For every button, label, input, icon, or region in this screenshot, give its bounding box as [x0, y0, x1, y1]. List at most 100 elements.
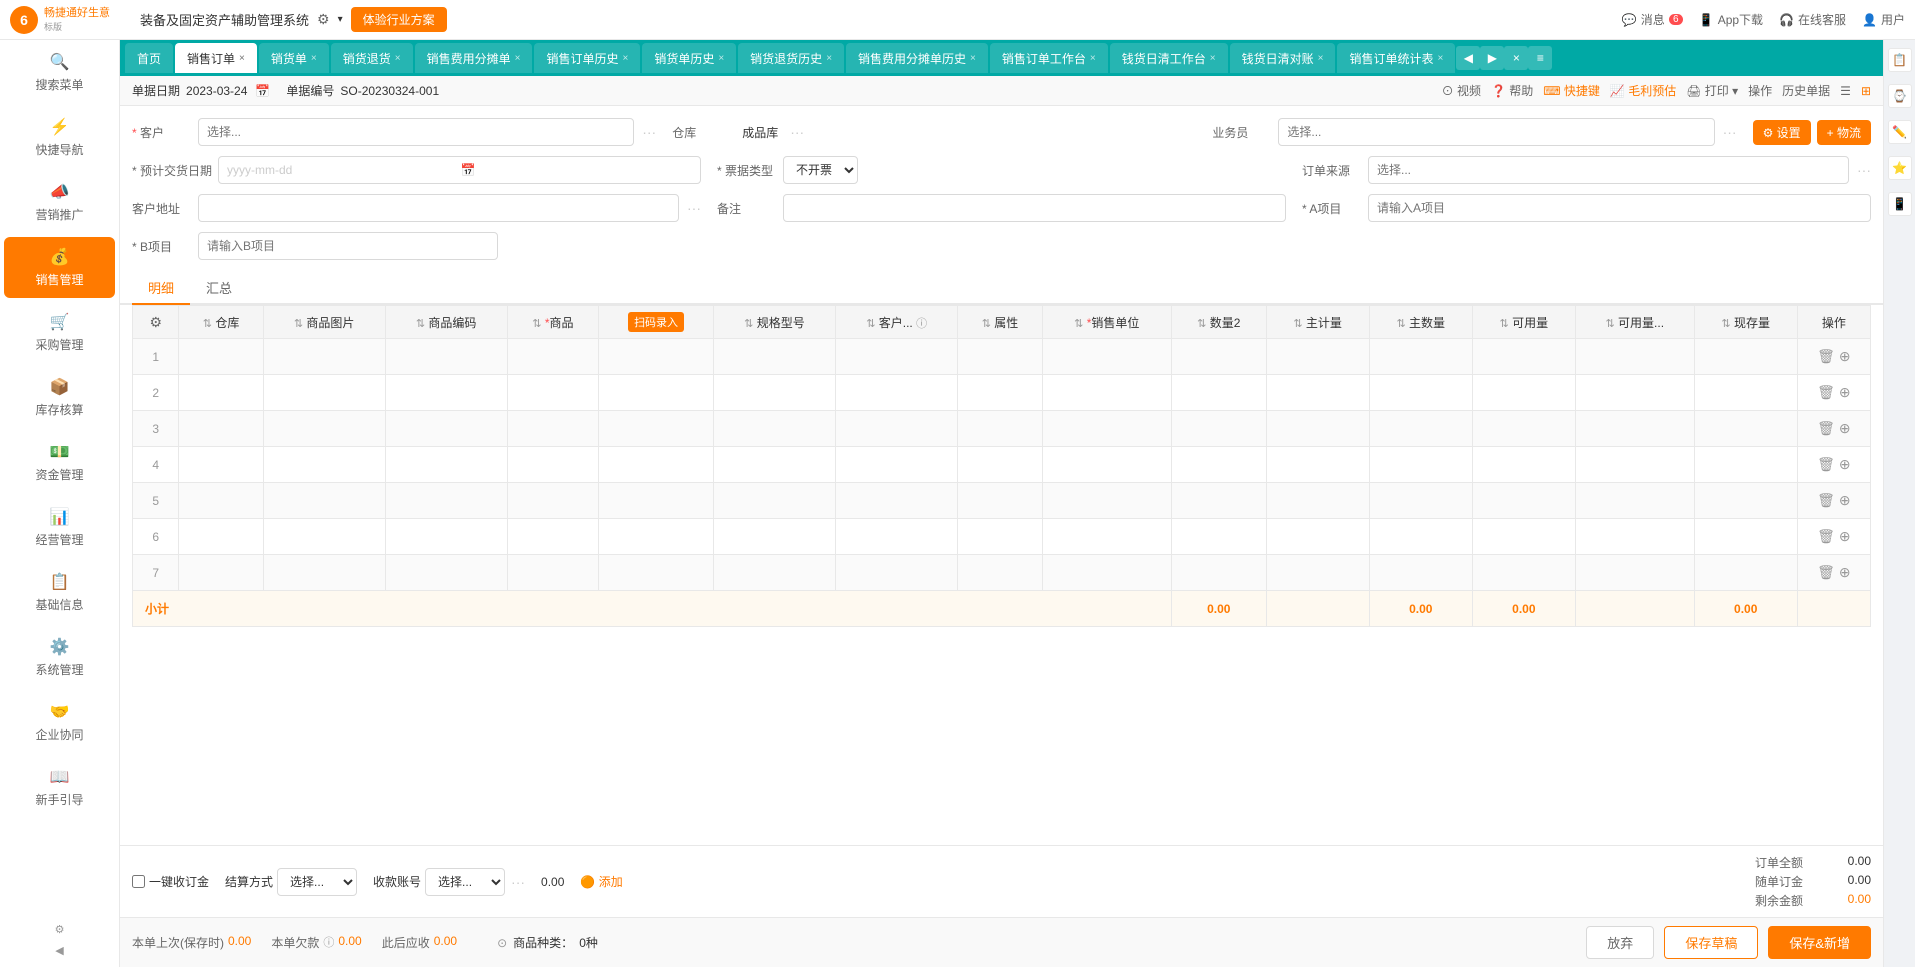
right-icon-5[interactable]: 📱	[1888, 192, 1912, 216]
tab-order-stats[interactable]: 销售订单统计表 ×	[1337, 43, 1455, 73]
tab-close-expense-split[interactable]: ×	[515, 53, 521, 64]
tab-close-expense-history[interactable]: ×	[970, 53, 976, 64]
staff-more-btn[interactable]: ···	[1723, 124, 1737, 140]
user-menu[interactable]: 👤 用户	[1862, 11, 1905, 28]
experience-btn[interactable]: 体验行业方案	[351, 7, 447, 32]
sidebar-item-system[interactable]: ⚙️ 系统管理	[4, 627, 115, 688]
settings-icon[interactable]: ⚙	[317, 11, 330, 28]
invoice-select[interactable]: 不开票	[783, 156, 858, 184]
tab-expense-split[interactable]: 销售费用分摊单 ×	[415, 43, 533, 73]
row-delete-4[interactable]: 🗑	[1817, 456, 1835, 472]
dropdown-arrow-icon[interactable]: ▾	[338, 14, 343, 25]
row-delete-3[interactable]: 🗑	[1817, 420, 1835, 436]
row-copy-7[interactable]: ⊕	[1839, 564, 1851, 580]
discard-btn[interactable]: 放弃	[1586, 926, 1654, 959]
order-source-more-btn[interactable]: ···	[1857, 162, 1871, 178]
row-delete-2[interactable]: 🗑	[1817, 384, 1835, 400]
tab-close-sales-return[interactable]: ×	[395, 53, 401, 64]
warehouse-more-btn[interactable]: ···	[790, 124, 804, 140]
sidebar-item-basic-info[interactable]: 📋 基础信息	[4, 562, 115, 623]
tab-close-order-stats[interactable]: ×	[1437, 53, 1443, 64]
tab-close-sales-order[interactable]: ×	[239, 53, 245, 64]
tab-order-workbench[interactable]: 销售订单工作台 ×	[990, 43, 1108, 73]
sidebar-item-sales[interactable]: 💰 销售管理	[4, 237, 115, 298]
row-delete-1[interactable]: 🗑	[1817, 348, 1835, 364]
row-delete-5[interactable]: 🗑	[1817, 492, 1835, 508]
staff-input[interactable]	[1278, 118, 1714, 146]
sidebar-item-operations[interactable]: 📊 经营管理	[4, 497, 115, 558]
tab-sales-invoice[interactable]: 销货单 ×	[259, 43, 329, 73]
row-copy-5[interactable]: ⊕	[1839, 492, 1851, 508]
sidebar-item-purchase[interactable]: 🛒 采购管理	[4, 302, 115, 363]
tab-expense-history[interactable]: 销售费用分摊单历史 ×	[846, 43, 988, 73]
tab-close-return-history[interactable]: ×	[826, 53, 832, 64]
action-profit[interactable]: 📈 毛利预估	[1610, 82, 1676, 99]
tab-daily-workbench[interactable]: 钱货日清工作台 ×	[1110, 43, 1228, 73]
calendar-icon[interactable]: 📅	[255, 84, 270, 98]
remark-input[interactable]	[783, 194, 1286, 222]
tab-home[interactable]: 首页	[125, 43, 173, 73]
sidebar-item-guide[interactable]: 📖 新手引导	[4, 757, 115, 818]
row-copy-2[interactable]: ⊕	[1839, 384, 1851, 400]
account-select[interactable]: 选择...	[425, 868, 505, 896]
tab-sales-order[interactable]: 销售订单 ×	[175, 43, 257, 73]
sidebar-collapse-btn[interactable]: ◀	[10, 944, 109, 957]
right-icon-4[interactable]: ⭐	[1888, 156, 1912, 180]
order-source-input[interactable]	[1368, 156, 1849, 184]
tab-close-all-btn[interactable]: ×	[1504, 46, 1528, 70]
tab-invoice-history[interactable]: 销货单历史 ×	[642, 43, 736, 73]
online-support-btn[interactable]: 🎧 在线客服	[1779, 11, 1846, 28]
add-item-btn[interactable]: + 物流	[1817, 120, 1871, 145]
app-download-btn[interactable]: 📱 App下载	[1699, 11, 1763, 28]
th-setting[interactable]: ⚙	[133, 306, 179, 339]
settings-btn[interactable]: ⚙ 设置	[1753, 120, 1811, 145]
tab-menu-btn[interactable]: ≡	[1528, 46, 1552, 70]
row-copy-3[interactable]: ⊕	[1839, 420, 1851, 436]
tab-close-order-workbench[interactable]: ×	[1090, 53, 1096, 64]
action-shortcut[interactable]: ⌨ 快捷键	[1543, 82, 1600, 99]
tab-sales-return[interactable]: 销货退货 ×	[331, 43, 413, 73]
row-delete-7[interactable]: 🗑	[1817, 564, 1835, 580]
save-draft-btn[interactable]: 保存草稿	[1664, 926, 1758, 959]
row-copy-6[interactable]: ⊕	[1839, 528, 1851, 544]
auto-confirm-checkbox[interactable]	[132, 875, 145, 888]
tab-close-daily-reconcile[interactable]: ×	[1318, 53, 1324, 64]
sidebar-item-search[interactable]: 🔍 搜索菜单	[4, 42, 115, 103]
right-icon-3[interactable]: ✏️	[1888, 120, 1912, 144]
action-video[interactable]: ⊙ 视频	[1442, 82, 1481, 99]
right-icon-1[interactable]: 📋	[1888, 48, 1912, 72]
address-more-btn[interactable]: ···	[687, 200, 701, 216]
add-payment-btn[interactable]: 🟠 添加	[580, 873, 622, 890]
save-new-btn[interactable]: 保存&新增	[1768, 926, 1871, 959]
settle-select[interactable]: 选择...	[277, 868, 357, 896]
row-copy-1[interactable]: ⊕	[1839, 348, 1851, 364]
action-print[interactable]: 🖨 打印 ▾	[1686, 82, 1738, 99]
a-project-input[interactable]	[1368, 194, 1871, 222]
row-delete-6[interactable]: 🗑	[1817, 528, 1835, 544]
delivery-calendar-icon[interactable]: 📅	[461, 163, 693, 177]
tab-return-history[interactable]: 销货退货历史 ×	[738, 43, 844, 73]
tab-close-order-history[interactable]: ×	[622, 53, 628, 64]
tab-next-btn[interactable]: ▶	[1480, 46, 1504, 70]
tab-daily-reconcile[interactable]: 钱货日清对账 ×	[1230, 43, 1336, 73]
right-icon-2[interactable]: ⌚	[1888, 84, 1912, 108]
tab-prev-btn[interactable]: ◀	[1456, 46, 1480, 70]
th-scan[interactable]: 扫码录入	[599, 306, 714, 339]
tab-detail[interactable]: 明细	[132, 272, 190, 305]
sidebar-item-inventory[interactable]: 📦 库存核算	[4, 367, 115, 428]
sidebar-item-quick-nav[interactable]: ⚡ 快捷导航	[4, 107, 115, 168]
sidebar-settings-btn[interactable]: ⚙	[10, 923, 109, 936]
tab-summary[interactable]: 汇总	[190, 272, 248, 305]
sidebar-item-finance[interactable]: 💵 资金管理	[4, 432, 115, 493]
tab-order-history[interactable]: 销售订单历史 ×	[534, 43, 640, 73]
tab-close-invoice-history[interactable]: ×	[718, 53, 724, 64]
message-btn[interactable]: 💬 消息 6	[1622, 11, 1683, 28]
tab-close-sales-invoice[interactable]: ×	[311, 53, 317, 64]
action-help[interactable]: ❓ 帮助	[1491, 82, 1533, 99]
action-operate[interactable]: 操作	[1748, 82, 1772, 99]
sidebar-item-cooperation[interactable]: 🤝 企业协同	[4, 692, 115, 753]
scan-btn[interactable]: 扫码录入	[628, 312, 684, 332]
row-copy-4[interactable]: ⊕	[1839, 456, 1851, 472]
sidebar-item-marketing[interactable]: 📣 营销推广	[4, 172, 115, 233]
address-input[interactable]	[198, 194, 679, 222]
